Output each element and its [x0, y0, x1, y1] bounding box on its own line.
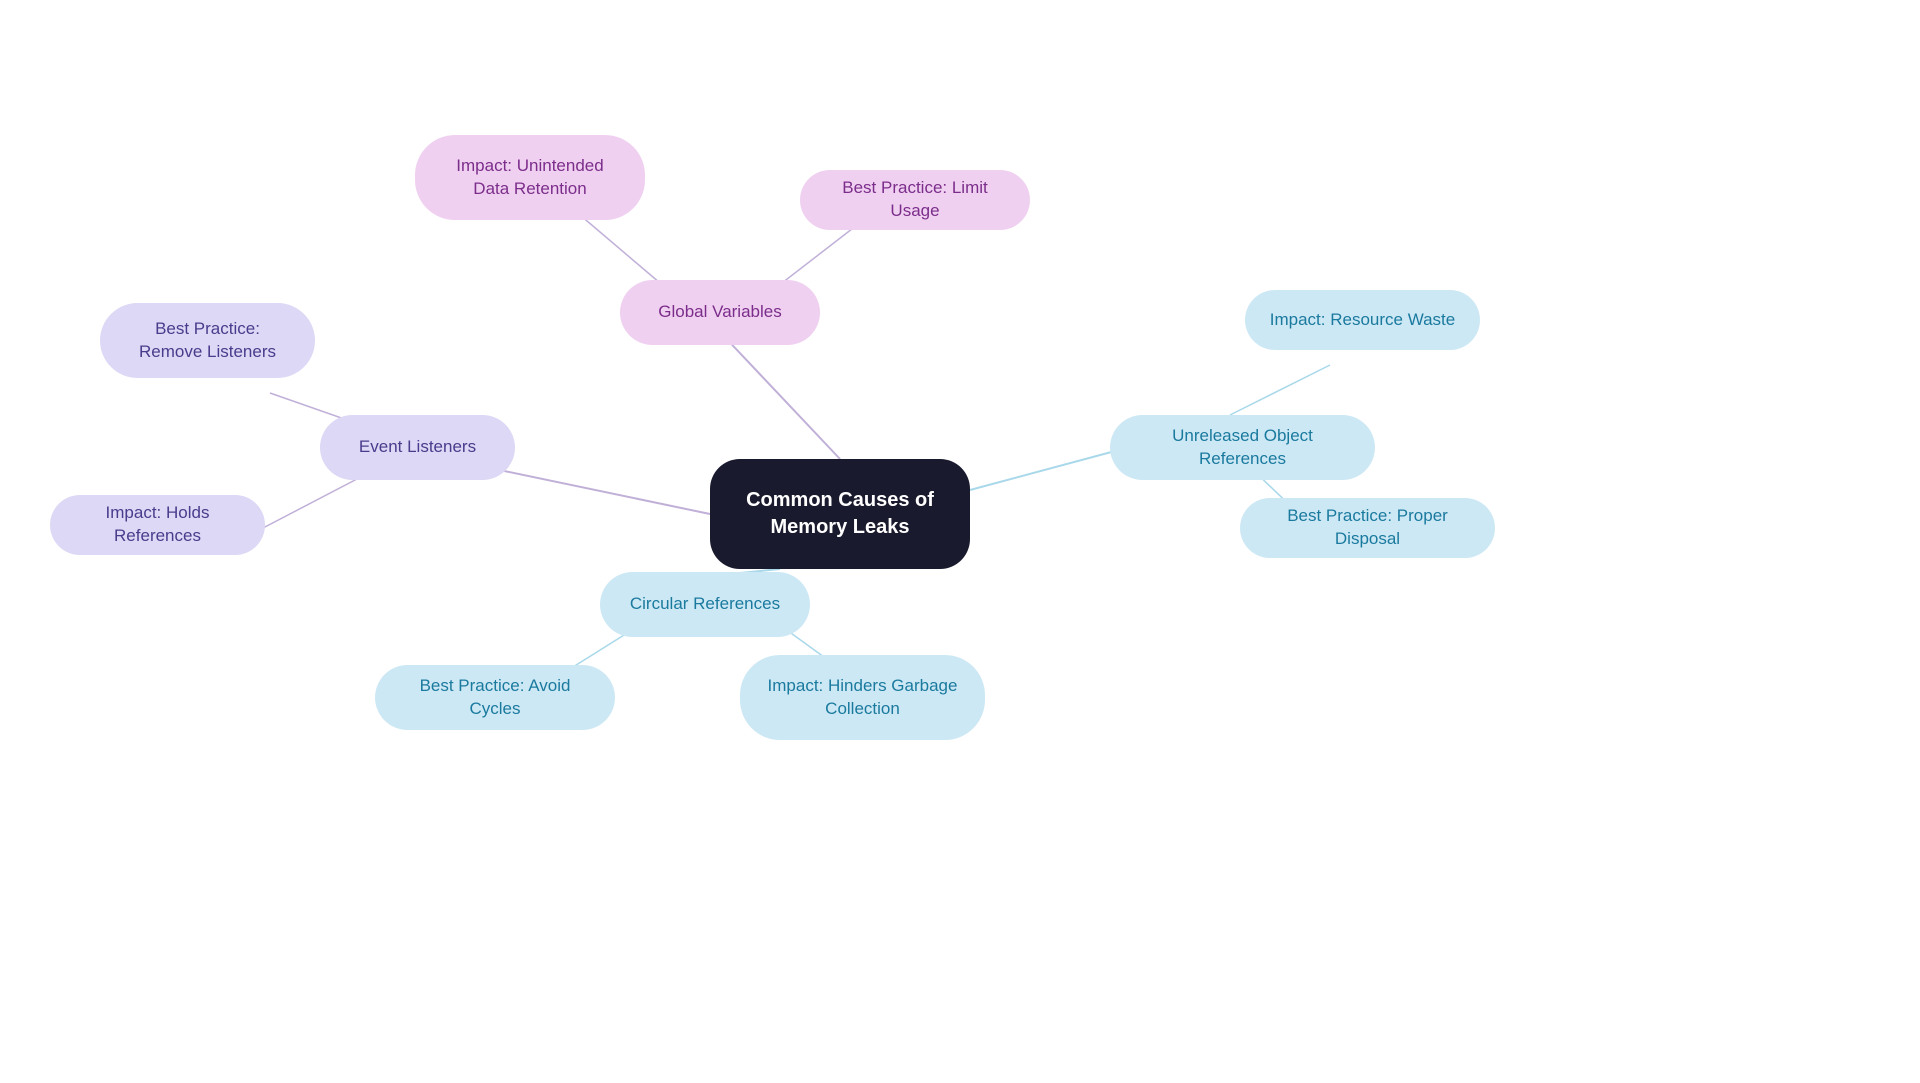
impact-hinders-node: Impact: Hinders Garbage Collection: [740, 655, 985, 740]
best-practice-remove-node: Best Practice: Remove Listeners: [100, 303, 315, 378]
best-practice-limit-node: Best Practice: Limit Usage: [800, 170, 1030, 230]
circular-references-node: Circular References: [600, 572, 810, 637]
impact-unintended-node: Impact: Unintended Data Retention: [415, 135, 645, 220]
center-node: Common Causes of Memory Leaks: [710, 459, 970, 569]
best-practice-avoid-node: Best Practice: Avoid Cycles: [375, 665, 615, 730]
global-variables-node: Global Variables: [620, 280, 820, 345]
best-practice-disposal-node: Best Practice: Proper Disposal: [1240, 498, 1495, 558]
event-listeners-node: Event Listeners: [320, 415, 515, 480]
unreleased-object-node: Unreleased Object References: [1110, 415, 1375, 480]
impact-resource-waste-node: Impact: Resource Waste: [1245, 290, 1480, 350]
impact-holds-node: Impact: Holds References: [50, 495, 265, 555]
